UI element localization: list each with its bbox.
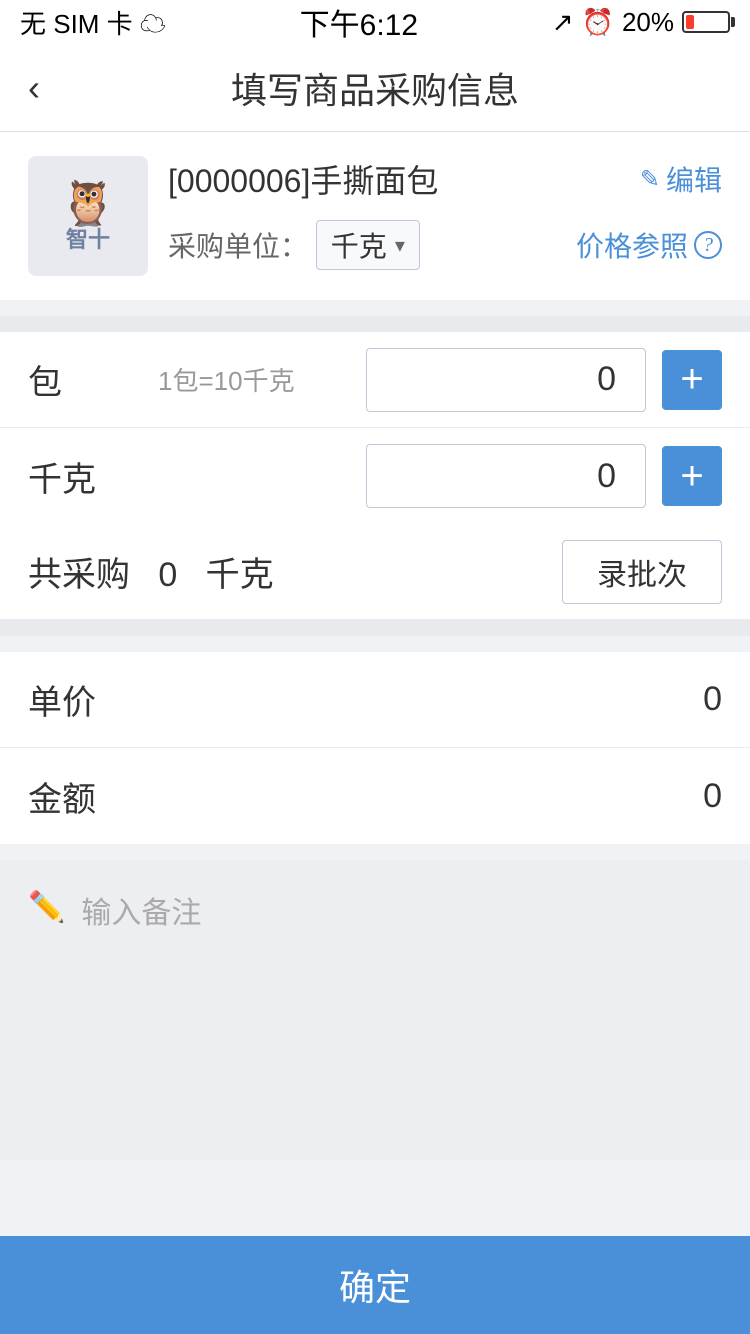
battery-fill <box>686 15 694 29</box>
product-image: 🦉 智十 <box>28 156 148 276</box>
total-text: 共采购 0 千克 <box>28 547 274 596</box>
amount-row: 金额 0 <box>0 748 750 844</box>
bao-input-row: 包 1包=10千克 + <box>0 332 750 428</box>
edit-icon: ✎ <box>640 165 660 194</box>
amount-value: 0 <box>703 777 722 816</box>
kg-plus-button[interactable]: + <box>662 446 722 506</box>
remark-pencil-icon: ✏️ <box>28 890 65 925</box>
battery-icon <box>682 11 730 33</box>
bao-label: 包 <box>28 355 148 404</box>
remark-placeholder: 输入备注 <box>81 888 201 932</box>
bao-sublabel: 1包=10千克 <box>158 361 295 398</box>
status-bar: 无 SIM 卡 ☁ 下午6:12 ↗ ⏰ 20% <box>0 0 750 44</box>
unit-arrow-icon: ▾ <box>395 233 405 258</box>
bao-plus-button[interactable]: + <box>662 350 722 410</box>
status-signal: 无 SIM 卡 ☁ <box>20 4 166 41</box>
input-section: 包 1包=10千克 + 千克 + <box>0 332 750 524</box>
purchase-unit-label: 采购单位： 千克 ▾ <box>168 220 420 270</box>
total-amount: 0 <box>158 556 177 594</box>
kg-input-wrap: + <box>148 444 722 508</box>
unit-price-value: 0 <box>703 680 722 719</box>
status-battery-area: ↗ ⏰ 20% <box>552 7 730 38</box>
status-time: 下午6:12 <box>300 0 418 44</box>
page-title: 填写商品采购信息 <box>231 62 519 114</box>
unit-select[interactable]: 千克 ▾ <box>316 220 420 270</box>
nav-bar: ‹ 填写商品采购信息 <box>0 44 750 132</box>
bao-input[interactable] <box>366 348 646 412</box>
product-name: [0000006]手撕面包 <box>168 156 438 202</box>
product-logo: 🦉 智十 <box>61 180 116 253</box>
kg-input[interactable] <box>366 444 646 508</box>
product-info: [0000006]手撕面包 ✎ 编辑 采购单位： 千克 ▾ 价格参照 ? <box>168 156 722 270</box>
confirm-button[interactable]: 确定 <box>0 1236 750 1334</box>
bottom-spacer <box>0 960 750 1160</box>
kg-label: 千克 <box>28 452 148 501</box>
price-ref-button[interactable]: 价格参照 ? <box>576 225 722 265</box>
status-battery-percent: 20% <box>622 7 674 38</box>
edit-button[interactable]: ✎ 编辑 <box>640 159 722 199</box>
price-ref-help-icon: ? <box>694 231 722 259</box>
section-separator-2 <box>0 620 750 636</box>
record-batch-button[interactable]: 录批次 <box>562 540 722 604</box>
logo-text: 智十 <box>66 228 110 252</box>
unit-price-row: 单价 0 <box>0 652 750 748</box>
bao-input-wrap: + <box>295 348 722 412</box>
section-separator-1 <box>0 316 750 332</box>
price-info-section: 单价 0 金额 0 <box>0 652 750 844</box>
remark-section[interactable]: ✏️ 输入备注 <box>0 860 750 960</box>
product-section: 🦉 智十 [0000006]手撕面包 ✎ 编辑 采购单位： 千克 ▾ <box>0 132 750 300</box>
status-alarm-icon: ⏰ <box>582 7 614 38</box>
kg-input-row: 千克 + <box>0 428 750 524</box>
unit-price-label: 单价 <box>28 675 96 724</box>
total-row: 共采购 0 千克 录批次 <box>0 524 750 620</box>
product-name-row: [0000006]手撕面包 ✎ 编辑 <box>168 156 722 202</box>
status-location-icon: ↗ <box>552 7 574 38</box>
amount-label: 金额 <box>28 772 96 821</box>
back-button[interactable]: ‹ <box>28 67 40 109</box>
purchase-unit-row: 采购单位： 千克 ▾ 价格参照 ? <box>168 220 722 270</box>
